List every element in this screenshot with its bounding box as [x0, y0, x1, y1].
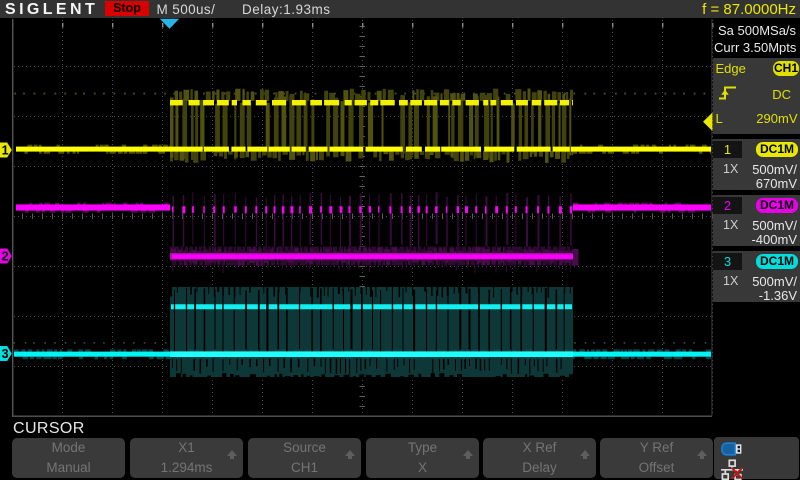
svg-text:1: 1: [2, 144, 9, 158]
svg-text:3: 3: [2, 347, 9, 361]
svg-text:2: 2: [2, 250, 9, 264]
